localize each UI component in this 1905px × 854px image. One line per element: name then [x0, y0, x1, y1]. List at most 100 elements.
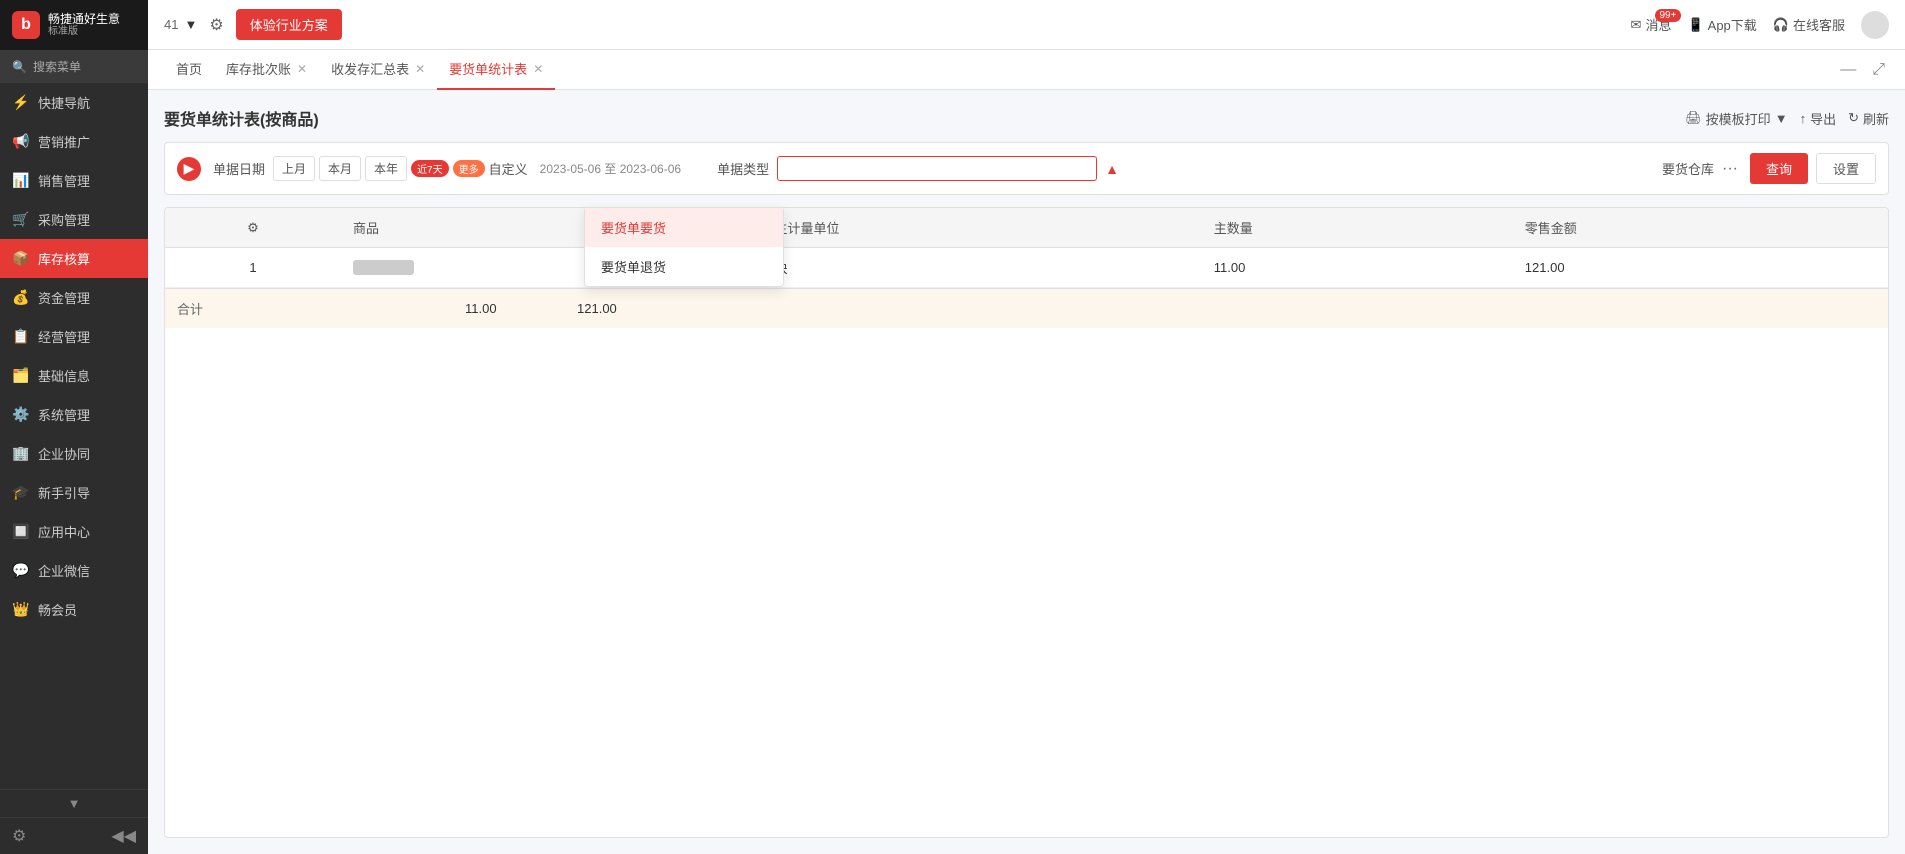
sidebar-nav: ⚡ 快捷导航 📢 营销推广 📊 销售管理 🛒 采购管理 📦 库存核算 💰 资金管…: [0, 83, 148, 789]
tab-maximize-icon[interactable]: ⤢: [1868, 61, 1889, 79]
warehouse-more-button[interactable]: ···: [1722, 160, 1738, 178]
sidebar-item-basic[interactable]: 🗂️ 基础信息: [0, 356, 148, 395]
date-btn-this-year[interactable]: 本年: [365, 156, 407, 181]
sidebar-item-finance[interactable]: 💰 资金管理: [0, 278, 148, 317]
type-filter-input[interactable]: [777, 156, 1097, 181]
filter-date-group: 单据日期 上月 本月 本年 近7天 更多 自定义: [213, 156, 528, 181]
page-header: 要货单统计表(按商品) 🖨 按模板打印 ▼ ↑ 导出 ↻ 刷新: [164, 106, 1889, 130]
messages-badge: 99+: [1655, 9, 1682, 22]
dropdown-item-order-return[interactable]: 要货单退货: [585, 247, 783, 286]
filter-bar-wrapper: ▶ 单据日期 上月 本月 本年 近7天 更多 自定义 2023-05-06 至 …: [164, 142, 1889, 207]
product-name-blurred: [353, 260, 414, 275]
sidebar-item-marketing[interactable]: 📢 营销推广: [0, 122, 148, 161]
member-icon: 👑: [12, 601, 30, 619]
print-action[interactable]: 🖨 按模板打印 ▼: [1685, 109, 1787, 128]
type-dropdown-overlay: 要货单要货 要货单退货: [584, 207, 784, 287]
type-dropdown-arrow[interactable]: ▲: [1105, 161, 1119, 177]
query-button[interactable]: 查询: [1750, 153, 1808, 184]
filter-toggle-button[interactable]: ▶: [177, 157, 201, 181]
top-header: 41 ▼ ⚙ 体验行业方案 ✉ 消息 99+ 📱 App下载 🎧 在线客服: [148, 0, 1905, 50]
sales-icon: 📊: [12, 172, 30, 190]
sidebar-item-purchase[interactable]: 🛒 采购管理: [0, 200, 148, 239]
table-row: 1 块 11.00 121.00: [165, 248, 1888, 288]
warehouse-filter-label: 要货仓库: [1662, 159, 1714, 178]
print-dropdown-icon: ▼: [1775, 111, 1788, 126]
operations-icon: 📋: [12, 328, 30, 346]
logo-icon: b: [12, 11, 40, 39]
tab-home[interactable]: 首页: [164, 50, 214, 90]
data-table-container: ⚙ 商品 主计量单位 主数量 零售金额 1 块: [164, 207, 1889, 838]
date-recent-badge[interactable]: 近7天: [411, 160, 449, 177]
sidebar-item-shortcut[interactable]: ⚡ 快捷导航: [0, 83, 148, 122]
system-icon: ⚙️: [12, 406, 30, 424]
tab-batch[interactable]: 库存批次账 ✕: [214, 50, 319, 90]
enterprise-icon: 🏢: [12, 445, 30, 463]
tab-batch-close[interactable]: ✕: [297, 62, 307, 76]
basic-icon: 🗂️: [12, 367, 30, 385]
filter-actions: 查询 设置: [1750, 153, 1876, 184]
column-amount: 零售金额: [1513, 208, 1888, 248]
tab-order-stat[interactable]: 要货单统计表 ✕: [437, 50, 555, 90]
shortcut-icon: ⚡: [12, 94, 30, 112]
filter-warehouse-group: 要货仓库 ···: [1662, 159, 1738, 178]
settings-button[interactable]: 设置: [1816, 153, 1876, 184]
app-name-text: 畅捷通好生意 标准版: [48, 12, 120, 38]
sidebar-item-system[interactable]: ⚙️ 系统管理: [0, 395, 148, 434]
column-settings-icon[interactable]: ⚙: [165, 208, 341, 248]
sidebar-item-sales[interactable]: 📊 销售管理: [0, 161, 148, 200]
summary-amount: 121.00: [577, 301, 657, 316]
cell-qty: 11.00: [1202, 248, 1513, 288]
page-header-actions: 🖨 按模板打印 ▼ ↑ 导出 ↻ 刷新: [1685, 109, 1889, 128]
date-custom-label[interactable]: 自定义: [489, 159, 528, 178]
online-service-button[interactable]: 🎧 在线客服: [1773, 15, 1845, 34]
finance-icon: 💰: [12, 289, 30, 307]
header-left: 41 ▼ ⚙ 体验行业方案: [164, 9, 342, 40]
cell-seq: 1: [165, 248, 341, 288]
trial-btn[interactable]: 体验行业方案: [236, 9, 342, 40]
messages-button[interactable]: ✉ 消息 99+: [1631, 15, 1672, 34]
sidebar: b 畅捷通好生意 标准版 🔍 搜索菜单 ⚡ 快捷导航 📢 营销推广 📊 销售管理…: [0, 0, 148, 854]
sidebar-item-member[interactable]: 👑 畅会员: [0, 590, 148, 629]
export-action[interactable]: ↑ 导出: [1800, 109, 1837, 128]
search-menu-item[interactable]: 🔍 搜索菜单: [0, 50, 148, 83]
filter-type-group: 单据类型 ▲: [717, 156, 1626, 181]
dropdown-item-order-goods[interactable]: 要货单要货: [585, 208, 783, 247]
column-qty: 主数量: [1202, 208, 1513, 248]
sidebar-bottom: ⚙ ◀◀: [0, 817, 148, 854]
refresh-action[interactable]: ↻ 刷新: [1848, 109, 1889, 128]
appstore-icon: 🔲: [12, 523, 30, 541]
sidebar-scroll-down[interactable]: ▼: [0, 789, 148, 817]
sidebar-item-inventory[interactable]: 📦 库存核算: [0, 239, 148, 278]
user-avatar[interactable]: [1861, 11, 1889, 39]
inventory-icon: 📦: [12, 250, 30, 268]
refresh-icon: ↻: [1848, 110, 1859, 126]
column-unit: 主计量单位: [762, 208, 1201, 248]
tab-collect-close[interactable]: ✕: [415, 62, 425, 76]
headset-icon: 🎧: [1773, 17, 1789, 33]
date-more-badge[interactable]: 更多: [453, 160, 485, 177]
header-right: ✉ 消息 99+ 📱 App下载 🎧 在线客服: [1631, 11, 1889, 39]
date-filter-label: 单据日期: [213, 159, 265, 178]
tab-collect[interactable]: 收发存汇总表 ✕: [319, 50, 437, 90]
tab-minimize-icon[interactable]: —: [1836, 61, 1860, 79]
sidebar-item-enterprise[interactable]: 🏢 企业协同: [0, 434, 148, 473]
tab-order-stat-close[interactable]: ✕: [533, 62, 543, 76]
marketing-icon: 📢: [12, 133, 30, 151]
sidebar-item-wechat[interactable]: 💬 企业微信: [0, 551, 148, 590]
summary-qty: 11.00: [465, 301, 545, 316]
date-btn-this-month[interactable]: 本月: [319, 156, 361, 181]
cell-unit: 块: [762, 248, 1201, 288]
message-icon: ✉: [1631, 17, 1642, 33]
data-table: ⚙ 商品 主计量单位 主数量 零售金额 1 块: [165, 208, 1888, 288]
header-settings-icon[interactable]: ⚙: [209, 15, 223, 35]
sidebar-collapse-icon[interactable]: ◀◀: [111, 826, 136, 846]
table-header-row: ⚙ 商品 主计量单位 主数量 零售金额: [165, 208, 1888, 248]
page-title: 要货单统计表(按商品): [164, 106, 319, 130]
app-download-button[interactable]: 📱 App下载: [1687, 15, 1756, 34]
date-btn-last-month[interactable]: 上月: [273, 156, 315, 181]
sidebar-item-operations[interactable]: 📋 经营管理: [0, 317, 148, 356]
sidebar-settings-icon[interactable]: ⚙: [12, 826, 26, 846]
sidebar-item-appstore[interactable]: 🔲 应用中心: [0, 512, 148, 551]
store-selector[interactable]: 41 ▼: [164, 17, 197, 32]
sidebar-item-newbie[interactable]: 🎓 新手引导: [0, 473, 148, 512]
